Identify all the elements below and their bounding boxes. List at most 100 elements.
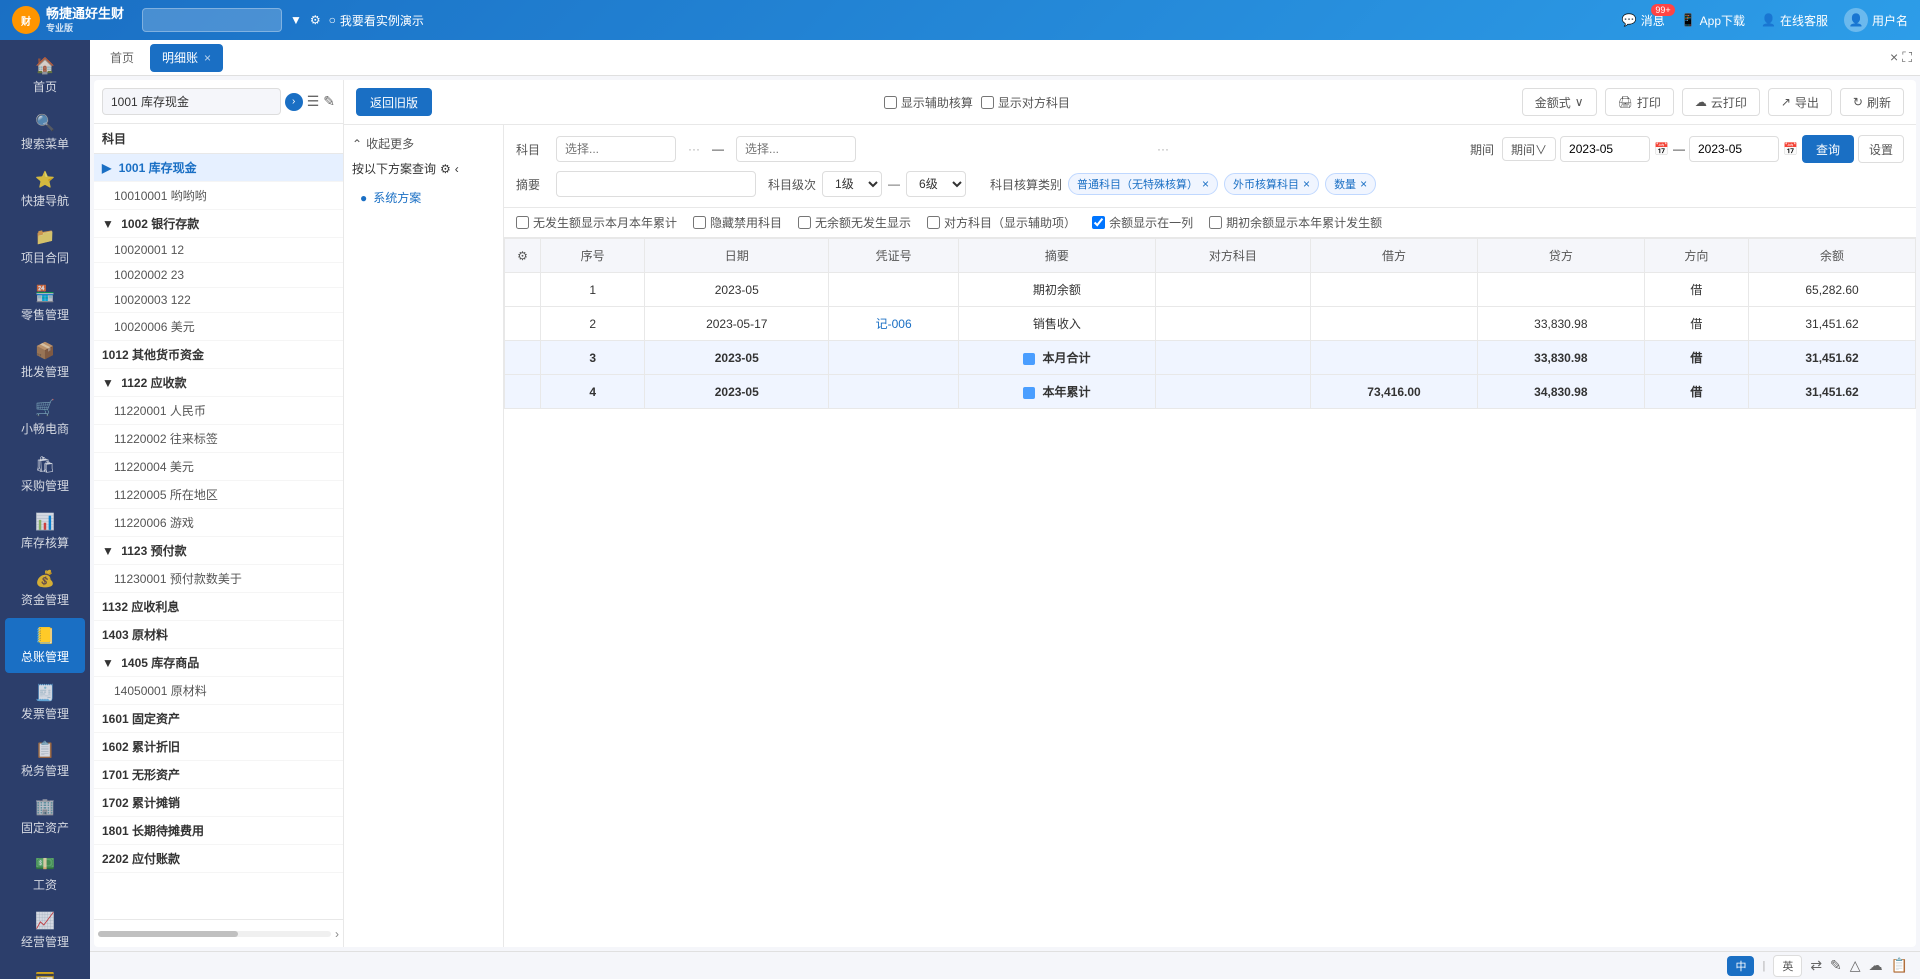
account-arrow-btn[interactable]: ›	[285, 93, 303, 111]
sidebar-item-xcsales[interactable]: 💳 小畅报销	[5, 960, 85, 979]
tree-item-1701[interactable]: 1701 无形资产	[94, 761, 343, 789]
demo-link[interactable]: ○ 我要看实例演示	[329, 12, 424, 29]
tree-item-1601[interactable]: 1601 固定资产	[94, 705, 343, 733]
cb-show-opposite-input[interactable]	[927, 216, 940, 229]
cb-no-balance-input[interactable]	[516, 216, 529, 229]
tree-item-11220002[interactable]: 11220002 往来标签	[94, 425, 343, 453]
tab-close-window-btn[interactable]: ×	[1890, 49, 1898, 66]
sidebar-item-tax[interactable]: 📋 税务管理	[5, 732, 85, 787]
scroll-right-btn[interactable]: ›	[335, 927, 339, 941]
show-opposite-checkbox[interactable]: 显示对方科目	[981, 94, 1070, 111]
tree-item-1602[interactable]: 1602 累计折旧	[94, 733, 343, 761]
calc-tag1-close[interactable]: ×	[1202, 177, 1209, 191]
edit-icon[interactable]: ✎	[323, 93, 335, 110]
scheme-settings-icon[interactable]: ⚙	[440, 162, 451, 176]
tree-item-2202[interactable]: 2202 应付账款	[94, 845, 343, 873]
scheme-system-item[interactable]: ● 系统方案	[352, 183, 495, 212]
level-to-select[interactable]: 6级	[906, 171, 966, 197]
lang-en-btn[interactable]: 英	[1773, 955, 1802, 977]
gear-icon[interactable]: ⚙	[310, 13, 321, 27]
account-selector[interactable]: 1001 库存现金	[102, 88, 281, 115]
cb-no-balance2-input[interactable]	[798, 216, 811, 229]
query-btn[interactable]: 查询	[1802, 135, 1854, 163]
lang-zh-btn[interactable]: 中	[1727, 956, 1754, 976]
cb-show-initial[interactable]: 期初余额显示本年累计发生额	[1209, 214, 1382, 231]
subject-from-input[interactable]	[556, 136, 676, 162]
show-aux-checkbox[interactable]: 显示辅助核算	[884, 94, 973, 111]
tree-item-1801[interactable]: 1801 长期待摊费用	[94, 817, 343, 845]
sidebar-item-salary[interactable]: 💵 工资	[5, 846, 85, 901]
tree-item-11220001[interactable]: 11220001 人民币	[94, 397, 343, 425]
sidebar-item-general[interactable]: 📒 总账管理	[5, 618, 85, 673]
date-from-input[interactable]	[1560, 136, 1650, 162]
tree-item-1405[interactable]: ▼ 1405 库存商品	[94, 649, 343, 677]
bottom-icon-2[interactable]: ✎	[1830, 957, 1842, 974]
tree-item-10020001[interactable]: 10020001 12	[94, 238, 343, 263]
tree-item-1702[interactable]: 1702 累计摊销	[94, 789, 343, 817]
cb-show-initial-input[interactable]	[1209, 216, 1222, 229]
calc-tag-2[interactable]: 外币核算科目 ×	[1224, 173, 1319, 195]
subject-to-input[interactable]	[736, 136, 856, 162]
tree-item-1001[interactable]: ▶ 1001 库存现金	[94, 154, 343, 182]
bottom-icon-4[interactable]: ☁	[1869, 957, 1883, 974]
tree-item-14050001[interactable]: 14050001 原材料	[94, 677, 343, 705]
list-icon[interactable]: ☰	[307, 93, 320, 110]
cb-balance-one-col[interactable]: 余额显示在一列	[1092, 214, 1193, 231]
rollback-btn[interactable]: 返回旧版	[356, 88, 432, 116]
tab-home[interactable]: 首页	[98, 44, 146, 72]
sidebar-item-business[interactable]: 📈 经营管理	[5, 903, 85, 958]
bottom-icon-3[interactable]: △	[1850, 957, 1861, 974]
sidebar-item-assets[interactable]: 🏢 固定资产	[5, 789, 85, 844]
cb-no-balance[interactable]: 无发生额显示本月本年累计	[516, 214, 677, 231]
tab-detail[interactable]: 明细账 ×	[150, 44, 223, 72]
tree-item-10010001[interactable]: 10010001 哟哟哟	[94, 182, 343, 210]
sidebar-item-purchase[interactable]: 🛍 采购管理	[5, 447, 85, 502]
cb-hide-disabled[interactable]: 隐藏禁用科目	[693, 214, 782, 231]
tree-item-1403[interactable]: 1403 原材料	[94, 621, 343, 649]
tree-item-10020006[interactable]: 10020006 美元	[94, 313, 343, 341]
tree-item-11220006[interactable]: 11220006 游戏	[94, 509, 343, 537]
col-settings[interactable]: ⚙	[505, 239, 541, 273]
sidebar-item-ecommerce[interactable]: 🛒 小畅电商	[5, 390, 85, 445]
export-btn[interactable]: ↗ 导出	[1768, 88, 1832, 116]
cb-hide-disabled-input[interactable]	[693, 216, 706, 229]
sidebar-item-search[interactable]: 🔍 搜索菜单	[5, 105, 85, 160]
show-aux-input[interactable]	[884, 96, 897, 109]
app-download-btn[interactable]: 📱 App下载	[1681, 12, 1745, 29]
sidebar-item-retail[interactable]: 🏪 零售管理	[5, 276, 85, 331]
message-btn[interactable]: 💬 消息 99+	[1622, 12, 1665, 29]
tree-item-11220005[interactable]: 11220005 所在地区	[94, 481, 343, 509]
date-to-input[interactable]	[1689, 136, 1779, 162]
currency-btn[interactable]: 金额式 ∨	[1522, 88, 1597, 116]
sidebar-item-project[interactable]: 📁 项目合同	[5, 219, 85, 274]
cb-balance-one-col-input[interactable]	[1092, 216, 1105, 229]
online-service-btn[interactable]: 👤 在线客服	[1761, 12, 1828, 29]
calc-tag3-close[interactable]: ×	[1360, 177, 1367, 191]
user-area[interactable]: 👤 用户名	[1844, 8, 1908, 32]
cloud-print-btn[interactable]: ☁ 云打印	[1682, 88, 1760, 116]
tree-item-1122[interactable]: ▼ 1122 应收款	[94, 369, 343, 397]
calc-tag-3[interactable]: 数量 ×	[1325, 173, 1376, 195]
sidebar-item-home[interactable]: 🏠 首页	[5, 48, 85, 103]
header-search-input[interactable]	[142, 8, 282, 32]
tree-item-1123[interactable]: ▼ 1123 预付款	[94, 537, 343, 565]
tree-item-11230001[interactable]: 11230001 预付款数美于	[94, 565, 343, 593]
tree-item-11220004[interactable]: 11220004 美元	[94, 453, 343, 481]
horizontal-scrollbar[interactable]	[98, 931, 331, 937]
summary-input[interactable]	[556, 171, 756, 197]
sidebar-item-capital[interactable]: 💰 资金管理	[5, 561, 85, 616]
calc-tag-1[interactable]: 普通科目（无特殊核算） ×	[1068, 173, 1218, 195]
level-from-select[interactable]: 1级	[822, 171, 882, 197]
voucher-link-2[interactable]: 记-006	[876, 317, 912, 331]
cb-show-opposite[interactable]: 对方科目（显示辅助项）	[927, 214, 1076, 231]
print-btn[interactable]: 🖨 打印	[1605, 88, 1674, 116]
cb-no-balance2[interactable]: 无余额无发生显示	[798, 214, 911, 231]
tab-maximize-btn[interactable]: ⛶	[1902, 49, 1912, 66]
refresh-btn[interactable]: ↻ 刷新	[1840, 88, 1904, 116]
filter-setting-btn[interactable]: 设置	[1858, 135, 1904, 163]
calc-tag2-close[interactable]: ×	[1303, 177, 1310, 191]
sidebar-item-wholesale[interactable]: 📦 批发管理	[5, 333, 85, 388]
cell-voucher-2[interactable]: 记-006	[829, 307, 959, 341]
sidebar-item-invoice[interactable]: 🧾 发票管理	[5, 675, 85, 730]
tree-item-10020002[interactable]: 10020002 23	[94, 263, 343, 288]
